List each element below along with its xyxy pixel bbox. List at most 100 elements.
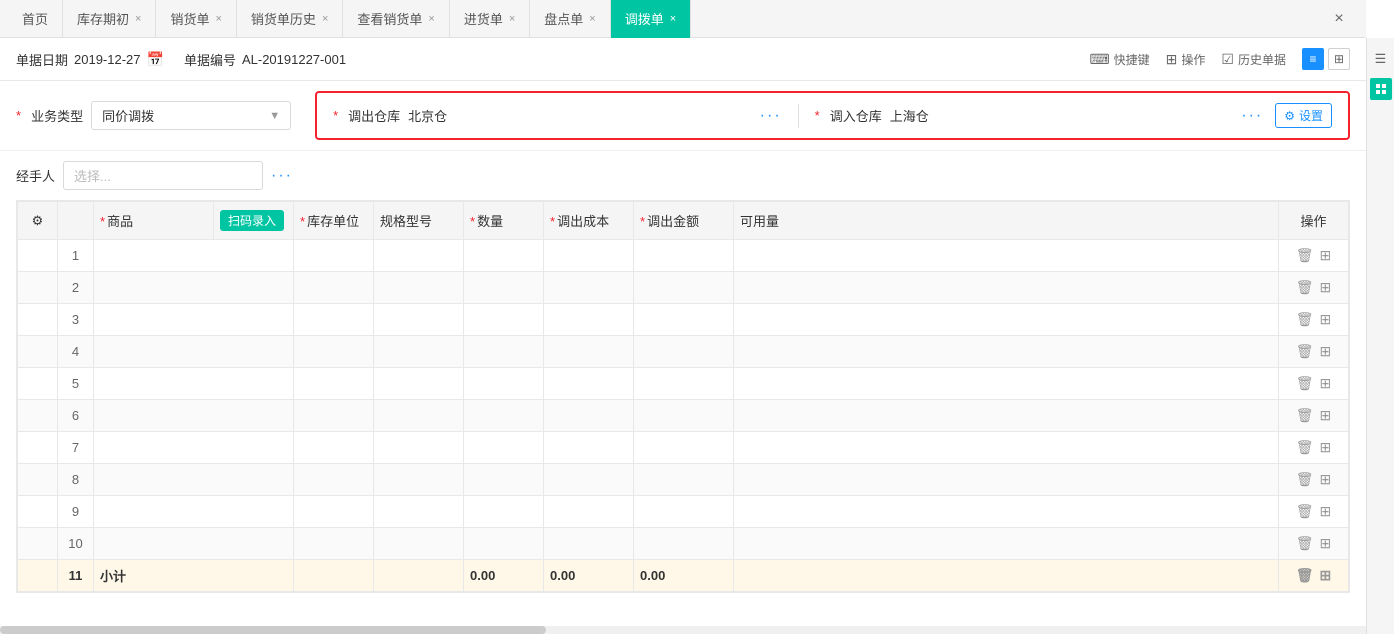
row-amount-cell[interactable]: [634, 240, 734, 272]
row-qty-cell[interactable]: [464, 368, 544, 400]
row-spec-cell[interactable]: [374, 496, 464, 528]
row-unit-cell[interactable]: [294, 272, 374, 304]
tab-sales-order-close[interactable]: ×: [215, 13, 221, 25]
row-spec-cell[interactable]: [374, 432, 464, 464]
row-cost-cell[interactable]: [544, 304, 634, 336]
delete-icon[interactable]: 🗑: [1296, 567, 1314, 584]
handler-more-icon[interactable]: ···: [271, 167, 293, 185]
row-qty-cell[interactable]: [464, 240, 544, 272]
row-cost-cell[interactable]: [544, 272, 634, 304]
tab-inventory-init-close[interactable]: ×: [135, 13, 141, 25]
copy-icon[interactable]: ⊞: [1320, 407, 1332, 424]
copy-icon[interactable]: ⊞: [1320, 247, 1332, 264]
row-cost-cell[interactable]: [544, 528, 634, 560]
tab-home[interactable]: 首页: [8, 0, 63, 38]
row-goods-cell[interactable]: [94, 464, 294, 496]
row-cost-cell[interactable]: [544, 400, 634, 432]
sidebar-list-icon[interactable]: ☰: [1370, 48, 1392, 70]
row-spec-cell[interactable]: [374, 464, 464, 496]
col-header-gear[interactable]: ⚙: [18, 202, 58, 240]
row-available-cell[interactable]: [734, 400, 1279, 432]
row-amount-cell[interactable]: [634, 432, 734, 464]
copy-icon[interactable]: ⊞: [1320, 567, 1332, 584]
copy-icon[interactable]: ⊞: [1320, 311, 1332, 328]
row-available-cell[interactable]: [734, 432, 1279, 464]
copy-icon[interactable]: ⊞: [1320, 375, 1332, 392]
delete-icon[interactable]: 🗑: [1296, 279, 1314, 296]
row-amount-cell[interactable]: [634, 496, 734, 528]
row-spec-cell[interactable]: [374, 336, 464, 368]
tab-inventory-init[interactable]: 库存期初 ×: [63, 0, 156, 38]
row-qty-cell[interactable]: [464, 464, 544, 496]
row-goods-cell[interactable]: [94, 432, 294, 464]
tab-purchase[interactable]: 进货单 ×: [450, 0, 530, 38]
row-available-cell[interactable]: [734, 464, 1279, 496]
view-grid-button[interactable]: ⊞: [1328, 48, 1350, 70]
copy-icon[interactable]: ⊞: [1320, 439, 1332, 456]
tab-transfer-close[interactable]: ×: [670, 13, 676, 25]
row-unit-cell[interactable]: [294, 400, 374, 432]
row-cost-cell[interactable]: [544, 496, 634, 528]
row-cost-cell[interactable]: [544, 240, 634, 272]
row-qty-cell[interactable]: [464, 272, 544, 304]
row-available-cell[interactable]: [734, 240, 1279, 272]
tab-transfer[interactable]: 调拨单 ×: [611, 0, 691, 38]
row-spec-cell[interactable]: [374, 304, 464, 336]
delete-icon[interactable]: 🗑: [1296, 503, 1314, 520]
handler-select[interactable]: 选择...: [63, 161, 263, 190]
row-amount-cell[interactable]: [634, 272, 734, 304]
row-qty-cell[interactable]: [464, 304, 544, 336]
history-button[interactable]: ☑ 历史单据: [1221, 51, 1286, 68]
tab-purchase-close[interactable]: ×: [509, 13, 515, 25]
row-amount-cell[interactable]: [634, 400, 734, 432]
setting-button[interactable]: ⚙ 设置: [1275, 103, 1332, 128]
business-type-select[interactable]: 同价调拨 ▼: [91, 101, 291, 130]
sidebar-expand-icon[interactable]: [1370, 78, 1392, 100]
row-available-cell[interactable]: [734, 272, 1279, 304]
row-goods-cell[interactable]: [94, 400, 294, 432]
row-available-cell[interactable]: [734, 528, 1279, 560]
row-qty-cell[interactable]: [464, 432, 544, 464]
delete-icon[interactable]: 🗑: [1296, 343, 1314, 360]
delete-icon[interactable]: 🗑: [1296, 247, 1314, 264]
row-spec-cell[interactable]: [374, 240, 464, 272]
delete-icon[interactable]: 🗑: [1296, 535, 1314, 552]
row-amount-cell[interactable]: [634, 368, 734, 400]
row-available-cell[interactable]: [734, 336, 1279, 368]
operations-button[interactable]: ⊞ 操作: [1166, 51, 1206, 68]
tab-view-sales-close[interactable]: ×: [428, 13, 434, 25]
window-close-button[interactable]: ×: [1320, 0, 1358, 38]
row-unit-cell[interactable]: [294, 496, 374, 528]
shortcuts-button[interactable]: ⌨ 快捷键: [1089, 51, 1149, 68]
row-spec-cell[interactable]: [374, 400, 464, 432]
tab-sales-history-close[interactable]: ×: [322, 13, 328, 25]
transfer-out-more-icon[interactable]: ···: [760, 107, 782, 125]
row-goods-cell[interactable]: [94, 240, 294, 272]
row-unit-cell[interactable]: [294, 432, 374, 464]
row-spec-cell[interactable]: [374, 528, 464, 560]
row-available-cell[interactable]: [734, 496, 1279, 528]
copy-icon[interactable]: ⊞: [1320, 343, 1332, 360]
tab-sales-history[interactable]: 销货单历史 ×: [237, 0, 343, 38]
delete-icon[interactable]: 🗑: [1296, 439, 1314, 456]
row-goods-cell[interactable]: [94, 368, 294, 400]
row-spec-cell[interactable]: [374, 272, 464, 304]
row-qty-cell[interactable]: [464, 496, 544, 528]
row-available-cell[interactable]: [734, 304, 1279, 336]
row-qty-cell[interactable]: [464, 400, 544, 432]
row-cost-cell[interactable]: [544, 464, 634, 496]
row-unit-cell[interactable]: [294, 336, 374, 368]
transfer-in-more-icon[interactable]: ···: [1241, 107, 1263, 125]
row-goods-cell[interactable]: [94, 272, 294, 304]
calendar-icon[interactable]: 📅: [147, 51, 164, 68]
row-amount-cell[interactable]: [634, 336, 734, 368]
row-unit-cell[interactable]: [294, 240, 374, 272]
row-amount-cell[interactable]: [634, 304, 734, 336]
row-unit-cell[interactable]: [294, 528, 374, 560]
row-goods-cell[interactable]: [94, 336, 294, 368]
row-cost-cell[interactable]: [544, 432, 634, 464]
view-list-button[interactable]: ≡: [1302, 48, 1324, 70]
row-goods-cell[interactable]: [94, 304, 294, 336]
horizontal-scrollbar[interactable]: [0, 626, 1366, 634]
tab-view-sales[interactable]: 查看销货单 ×: [343, 0, 449, 38]
